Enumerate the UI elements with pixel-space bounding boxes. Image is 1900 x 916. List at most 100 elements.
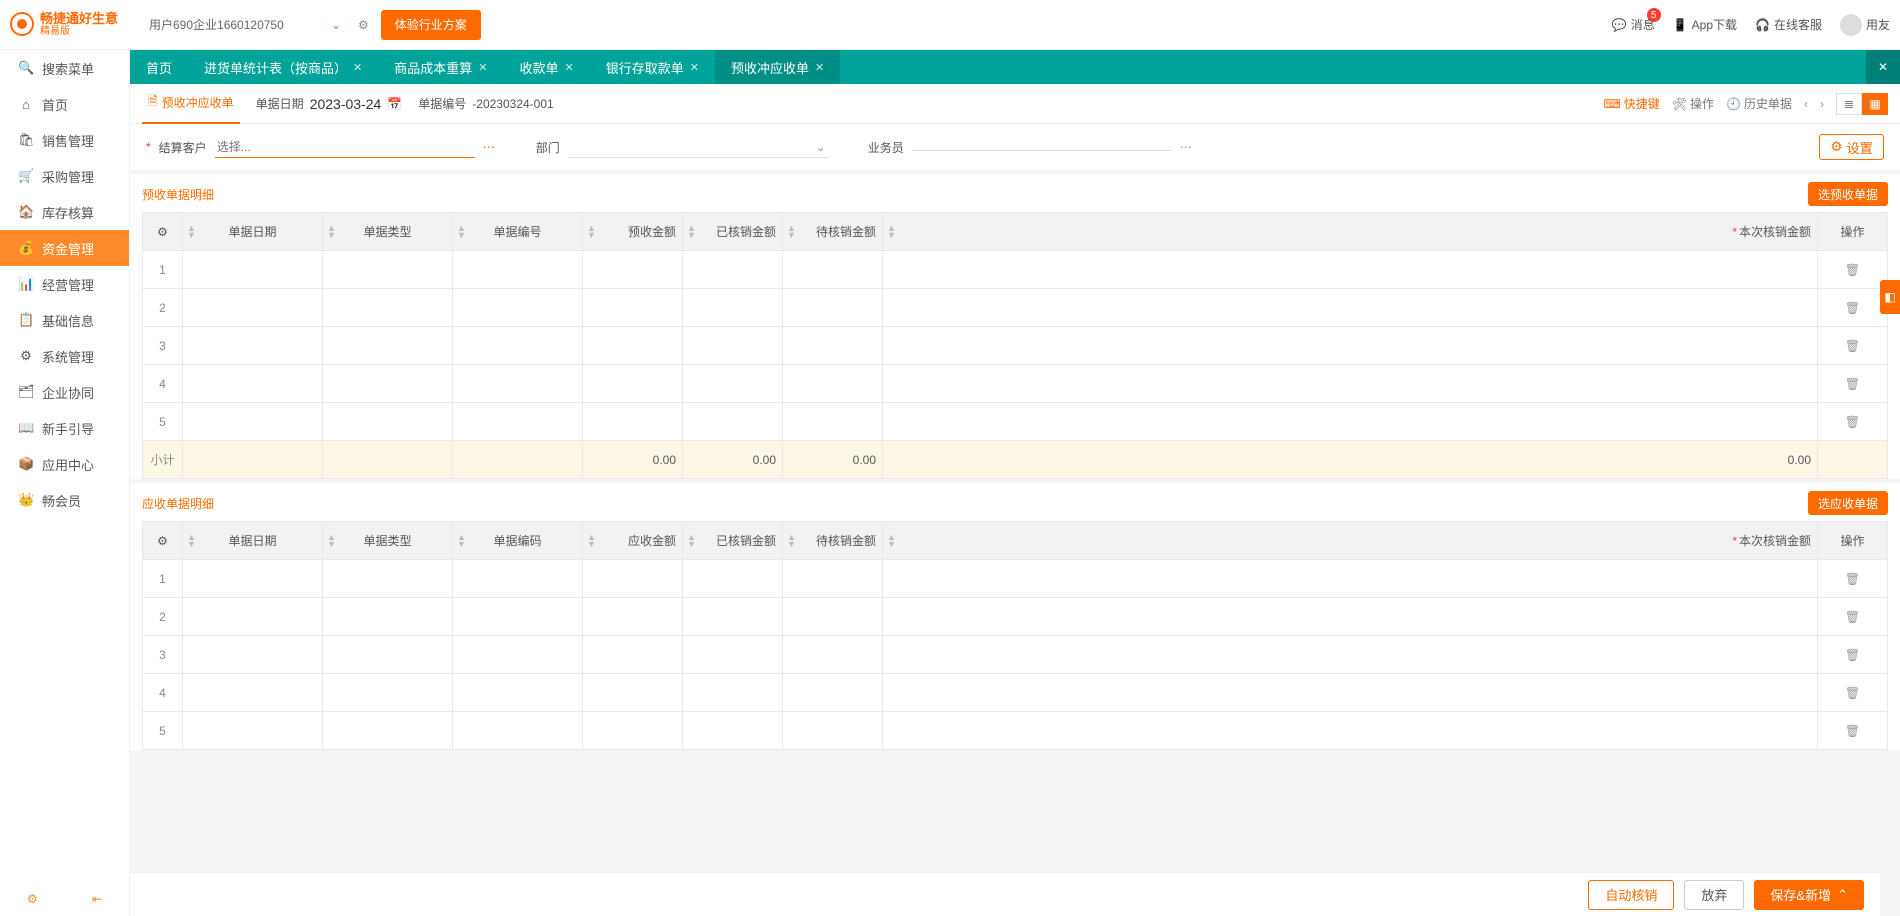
col-this[interactable]: ▲▼*本次核销金额 [883,213,1818,251]
user-menu[interactable]: 用友 [1840,14,1890,36]
settings-button[interactable]: ⚙设置 [1819,134,1884,160]
col-pending[interactable]: ▲▼待核销金额 [783,213,883,251]
online-service-link[interactable]: 🎧 在线客服 [1755,16,1822,33]
doc-date-value[interactable]: 2023-03-24 [310,96,382,112]
row-number: 3 [143,636,183,674]
sidebar-item-apps[interactable]: 📦应用中心 [0,446,129,482]
doc-tab[interactable]: 🗎 预收冲应收单 [142,84,240,124]
col-gear[interactable]: ⚙ [143,213,183,251]
messages-link[interactable]: 💬 消息 5 [1612,16,1655,33]
prev-icon[interactable]: ‹ [1804,97,1808,111]
close-icon[interactable]: ✕ [478,61,487,74]
dept-select[interactable]: ⌄ [568,137,828,158]
logo[interactable]: 畅捷通好生意 精易版 [10,12,130,37]
sidebar-item-sales[interactable]: 🛍销售管理 [0,122,129,158]
tab-prepay-offset[interactable]: 预收冲应收单✕ [715,50,840,84]
staff-select[interactable] [912,144,1172,151]
sidebar-item-collab[interactable]: 🗂企业协同 [0,374,129,410]
next-icon[interactable]: › [1820,97,1824,111]
col-date[interactable]: ▲▼单据日期 [183,522,323,560]
table-row[interactable]: 2🗑 [143,289,1888,327]
col-gear[interactable]: ⚙ [143,522,183,560]
operate-link[interactable]: 🛠操作 [1672,95,1714,112]
col-written[interactable]: ▲▼已核销金额 [683,213,783,251]
sidebar-item-home[interactable]: ⌂首页 [0,86,129,122]
table-row[interactable]: 4🗑 [143,365,1888,403]
history-link[interactable]: 🕘历史单据 [1726,95,1792,112]
delete-icon[interactable]: 🗑 [1845,610,1860,624]
col-type[interactable]: ▲▼单据类型 [323,213,453,251]
delete-icon[interactable]: 🗑 [1845,648,1860,662]
topbar: 畅捷通好生意 精易版 用户690企业1660120750 ⌄ ⚙ 体验行业方案 … [0,0,1900,50]
sidebar-item-inventory[interactable]: 🏠库存核算 [0,194,129,230]
shortcut-link[interactable]: ⌨快捷键 [1603,95,1659,112]
col-pending[interactable]: ▲▼待核销金额 [783,522,883,560]
sidebar-item-member[interactable]: 👑畅会员 [0,482,129,518]
pick-receivable-button[interactable]: 选应收单据 [1808,491,1888,515]
subtotal-label: 小计 [143,441,183,479]
calendar-icon[interactable]: 📅 [387,97,402,111]
collapse-icon[interactable]: ⇤ [92,892,102,906]
view-card-icon[interactable]: ▦ [1862,93,1888,115]
warehouse-icon: 🏠 [18,204,34,220]
delete-icon[interactable]: 🗑 [1845,263,1860,277]
company-select[interactable]: 用户690企业1660120750 ⌄ [140,10,350,40]
delete-icon[interactable]: 🗑 [1845,572,1860,586]
settings-icon[interactable]: ⚙ [27,892,38,906]
close-icon[interactable]: ✕ [690,61,699,74]
sidebar-item-funds[interactable]: 💰资金管理 [0,230,129,266]
tab-bank[interactable]: 银行存取款单✕ [590,50,715,84]
col-code[interactable]: ▲▼单据编码 [453,522,583,560]
discard-button[interactable]: 放弃 [1684,880,1744,910]
edge-tab[interactable]: ◧ [1880,280,1900,314]
sidebar-item-basic[interactable]: 📋基础信息 [0,302,129,338]
table-row[interactable]: 3🗑 [143,327,1888,365]
more-icon[interactable]: ⋯ [1180,140,1193,154]
table-row[interactable]: 5🗑 [143,403,1888,441]
view-list-icon[interactable]: ≣ [1836,93,1862,115]
close-icon[interactable]: ✕ [815,61,824,74]
table-row[interactable]: 1🗑 [143,251,1888,289]
delete-icon[interactable]: 🗑 [1845,301,1860,315]
action-bar: 自动核销 放弃 保存&新增⌃ [130,872,1880,916]
delete-icon[interactable]: 🗑 [1845,415,1860,429]
tab-receipt[interactable]: 收款单✕ [503,50,589,84]
delete-icon[interactable]: 🗑 [1845,686,1860,700]
sidebar-item-business[interactable]: 📊经营管理 [0,266,129,302]
sidebar-item-system[interactable]: ⚙系统管理 [0,338,129,374]
sidebar-item-purchase[interactable]: 🛒采购管理 [0,158,129,194]
col-date[interactable]: ▲▼单据日期 [183,213,323,251]
tab-purchase-report[interactable]: 进货单统计表（按商品）✕ [188,50,378,84]
close-icon[interactable]: ✕ [565,61,574,74]
delete-icon[interactable]: 🗑 [1845,377,1860,391]
table-row[interactable]: 5🗑 [143,712,1888,750]
col-amt[interactable]: ▲▼应收金额 [583,522,683,560]
app-download-link[interactable]: 📱 App下载 [1673,16,1737,33]
col-this[interactable]: ▲▼*本次核销金额 [883,522,1818,560]
col-code[interactable]: ▲▼单据编号 [453,213,583,251]
more-icon[interactable]: ⋯ [483,140,496,154]
customer-input[interactable] [215,137,475,158]
close-icon[interactable]: ✕ [353,61,362,74]
table-row[interactable]: 2🗑 [143,598,1888,636]
pick-prepay-button[interactable]: 选预收单据 [1808,182,1888,206]
table-row[interactable]: 1🗑 [143,560,1888,598]
view-toggle: ≣ ▦ [1836,93,1888,115]
sidebar-item-search[interactable]: 🔍搜索菜单 [0,50,129,86]
col-type[interactable]: ▲▼单据类型 [323,522,453,560]
app-name: 畅捷通好生意 [40,12,118,26]
close-all-tabs[interactable]: ✕ [1866,50,1900,84]
save-new-button[interactable]: 保存&新增⌃ [1754,880,1864,910]
try-industry-button[interactable]: 体验行业方案 [381,10,481,40]
delete-icon[interactable]: 🗑 [1845,724,1860,738]
tab-home[interactable]: 首页 [130,50,188,84]
table-row[interactable]: 4🗑 [143,674,1888,712]
tab-cost-recalc[interactable]: 商品成本重算✕ [378,50,503,84]
col-written[interactable]: ▲▼已核销金额 [683,522,783,560]
gear-icon[interactable]: ⚙ [358,18,369,32]
delete-icon[interactable]: 🗑 [1845,339,1860,353]
table-row[interactable]: 3🗑 [143,636,1888,674]
sidebar-item-guide[interactable]: 📖新手引导 [0,410,129,446]
auto-writeoff-button[interactable]: 自动核销 [1588,880,1674,910]
col-amt[interactable]: ▲▼预收金额 [583,213,683,251]
